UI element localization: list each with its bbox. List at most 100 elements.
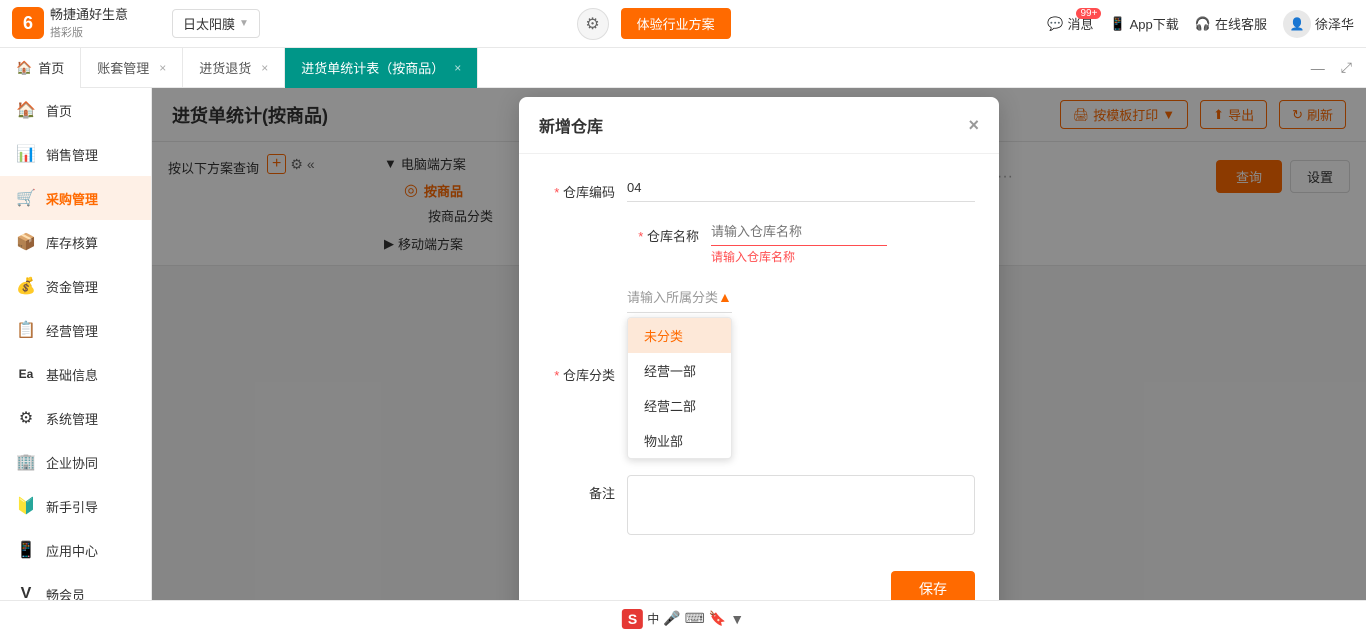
app-download-item[interactable]: 📱 App下载 bbox=[1109, 14, 1178, 33]
sidebar: 🏠 首页 📊 销售管理 🛒 采购管理 📦 库存核算 💰 资金管理 📋 经营管理 … bbox=[0, 88, 152, 636]
notification-badge: 99+ bbox=[1076, 8, 1101, 19]
phone-icon: 📱 bbox=[1109, 16, 1125, 32]
sidebar-item-finance[interactable]: 💰 资金管理 bbox=[0, 264, 151, 308]
dropdown-item-none[interactable]: 未分类 bbox=[628, 318, 731, 353]
tab-accounts-label: 账套管理 bbox=[97, 58, 149, 77]
username: 徐泽华 bbox=[1315, 14, 1354, 33]
system-sidebar-icon: ⚙ bbox=[16, 408, 36, 428]
category-label: * 仓库分类 bbox=[543, 357, 615, 384]
modal-close-icon[interactable]: × bbox=[968, 115, 979, 136]
sidebar-item-appcenter[interactable]: 📱 应用中心 bbox=[0, 528, 151, 572]
category-arrow-icon: ▲ bbox=[718, 289, 732, 305]
dropdown-item-property[interactable]: 物业部 bbox=[628, 423, 731, 458]
bottom-s-icon: S bbox=[622, 609, 643, 629]
category-dropdown-trigger[interactable]: 请输入所属分类 ▲ bbox=[627, 281, 732, 313]
sidebar-home-label: 首页 bbox=[46, 101, 72, 120]
form-row-category: * 仓库分类 请输入所属分类 ▲ bbox=[543, 281, 975, 459]
avatar: 👤 bbox=[1283, 10, 1311, 38]
app-download-label: App下载 bbox=[1130, 14, 1179, 33]
category-control: 请输入所属分类 ▲ 未分类 经营一部 bbox=[627, 281, 732, 459]
sidebar-item-sales[interactable]: 📊 销售管理 bbox=[0, 132, 151, 176]
tab-purchase-stats[interactable]: 进货单统计表（按商品） × bbox=[285, 48, 478, 88]
tab-bar: 🏠 首页 账套管理 × 进货退货 × 进货单统计表（按商品） × — ⤢ bbox=[0, 48, 1366, 88]
online-service-item[interactable]: 🎧 在线客服 bbox=[1195, 14, 1267, 33]
sidebar-enterprise-label: 企业协同 bbox=[46, 453, 98, 472]
sidebar-item-system[interactable]: ⚙ 系统管理 bbox=[0, 396, 151, 440]
tab-purchase-return[interactable]: 进货退货 × bbox=[183, 48, 285, 88]
sidebar-item-purchase[interactable]: 🛒 采购管理 bbox=[0, 176, 151, 220]
home-icon: 🏠 bbox=[16, 60, 32, 76]
modal-header: 新增仓库 × bbox=[519, 97, 999, 154]
top-header: 6 畅捷通好生意 搭彩版 日太阳膜 ▼ ⚙ 体验行业方案 💬 消息 99+ 📱 … bbox=[0, 0, 1366, 48]
sidebar-finance-label: 资金管理 bbox=[46, 277, 98, 296]
store-arrow-icon: ▼ bbox=[239, 18, 249, 29]
tab-minimize-icon[interactable]: — bbox=[1305, 58, 1331, 78]
modal-body: * 仓库编码 * 仓库名称 bbox=[519, 154, 999, 571]
bottom-keyboard-icon: ⌨ bbox=[685, 610, 705, 627]
sidebar-item-enterprise[interactable]: 🏢 企业协同 bbox=[0, 440, 151, 484]
message-icon: 💬 bbox=[1047, 16, 1063, 32]
sidebar-newbie-label: 新手引导 bbox=[46, 497, 98, 516]
sidebar-system-label: 系统管理 bbox=[46, 409, 98, 428]
trial-button[interactable]: 体验行业方案 bbox=[621, 8, 731, 39]
code-input[interactable] bbox=[627, 174, 975, 202]
category-required: * bbox=[554, 368, 559, 383]
content-area: 进货单统计(按商品) 🖨 按模板打印 ▼ ⬆ 导出 ↻ 刷新 bbox=[152, 88, 1366, 636]
sidebar-base-label: 基础信息 bbox=[46, 365, 98, 384]
tab-accounts-close[interactable]: × bbox=[159, 61, 166, 75]
form-row-name: * 仓库名称 请输入仓库名称 bbox=[543, 218, 975, 265]
home-sidebar-icon: 🏠 bbox=[16, 100, 36, 120]
headphone-icon: 🎧 bbox=[1195, 16, 1211, 32]
tab-purchase-return-close[interactable]: × bbox=[261, 61, 268, 75]
form-row-remark: 备注 bbox=[543, 475, 975, 535]
sidebar-item-inventory[interactable]: 📦 库存核算 bbox=[0, 220, 151, 264]
header-right: 💬 消息 99+ 📱 App下载 🎧 在线客服 👤 徐泽华 bbox=[1047, 10, 1354, 38]
sidebar-item-operations[interactable]: 📋 经营管理 bbox=[0, 308, 151, 352]
purchase-sidebar-icon: 🛒 bbox=[16, 188, 36, 208]
dropdown-item-property-label: 物业部 bbox=[644, 434, 683, 449]
sidebar-item-newbie[interactable]: 🔰 新手引导 bbox=[0, 484, 151, 528]
bottom-mic-icon: 🎤 bbox=[663, 610, 680, 627]
form-row-code: * 仓库编码 bbox=[543, 174, 975, 202]
tab-expand-icon[interactable]: ⤢ bbox=[1335, 57, 1358, 78]
logo-icon: 6 bbox=[12, 7, 44, 39]
logo-area: 6 畅捷通好生意 搭彩版 bbox=[12, 7, 164, 40]
name-label: * 仓库名称 bbox=[627, 218, 699, 245]
tab-home-label: 首页 bbox=[38, 58, 64, 77]
modal-title: 新增仓库 bbox=[539, 113, 603, 137]
tab-purchase-return-label: 进货退货 bbox=[199, 58, 251, 77]
notification-item[interactable]: 💬 消息 99+ bbox=[1047, 14, 1093, 33]
dropdown-item-dept1[interactable]: 经营一部 bbox=[628, 353, 731, 388]
bottom-zh-icon: 中 bbox=[647, 610, 659, 627]
store-name: 日太阳膜 bbox=[183, 14, 235, 33]
dropdown-item-dept2[interactable]: 经营二部 bbox=[628, 388, 731, 423]
name-required: * bbox=[638, 229, 643, 244]
name-input[interactable] bbox=[711, 218, 887, 246]
enterprise-sidebar-icon: 🏢 bbox=[16, 452, 36, 472]
logo-sub: 搭彩版 bbox=[50, 24, 128, 40]
header-center: ⚙ 体验行业方案 bbox=[260, 8, 1047, 40]
dropdown-item-none-label: 未分类 bbox=[644, 329, 683, 344]
base-sidebar-icon: Ea bbox=[16, 364, 36, 384]
dropdown-item-dept2-label: 经营二部 bbox=[644, 399, 696, 414]
sidebar-item-base[interactable]: Ea 基础信息 bbox=[0, 352, 151, 396]
tab-home[interactable]: 🏠 首页 bbox=[0, 48, 81, 88]
sidebar-item-home[interactable]: 🏠 首页 bbox=[0, 88, 151, 132]
category-dropdown-menu: 未分类 经营一部 经营二部 物业部 bbox=[627, 317, 732, 459]
sidebar-operations-label: 经营管理 bbox=[46, 321, 98, 340]
settings-icon[interactable]: ⚙ bbox=[577, 8, 609, 40]
bottom-logo: S 中 🎤 ⌨ 🔖 ▼ bbox=[622, 609, 744, 629]
appcenter-sidebar-icon: 📱 bbox=[16, 540, 36, 560]
tab-purchase-stats-close[interactable]: × bbox=[454, 61, 461, 75]
remark-label: 备注 bbox=[543, 475, 615, 502]
bottom-bar: S 中 🎤 ⌨ 🔖 ▼ bbox=[0, 600, 1366, 636]
user-item[interactable]: 👤 徐泽华 bbox=[1283, 10, 1354, 38]
sidebar-purchase-label: 采购管理 bbox=[46, 189, 98, 208]
tab-accounts[interactable]: 账套管理 × bbox=[81, 48, 183, 88]
tab-controls: — ⤢ bbox=[1305, 57, 1366, 78]
store-selector[interactable]: 日太阳膜 ▼ bbox=[172, 9, 260, 38]
name-error-msg: 请输入仓库名称 bbox=[711, 248, 887, 265]
remark-textarea[interactable] bbox=[627, 475, 975, 535]
category-placeholder: 请输入所属分类 bbox=[627, 287, 718, 306]
sales-sidebar-icon: 📊 bbox=[16, 144, 36, 164]
